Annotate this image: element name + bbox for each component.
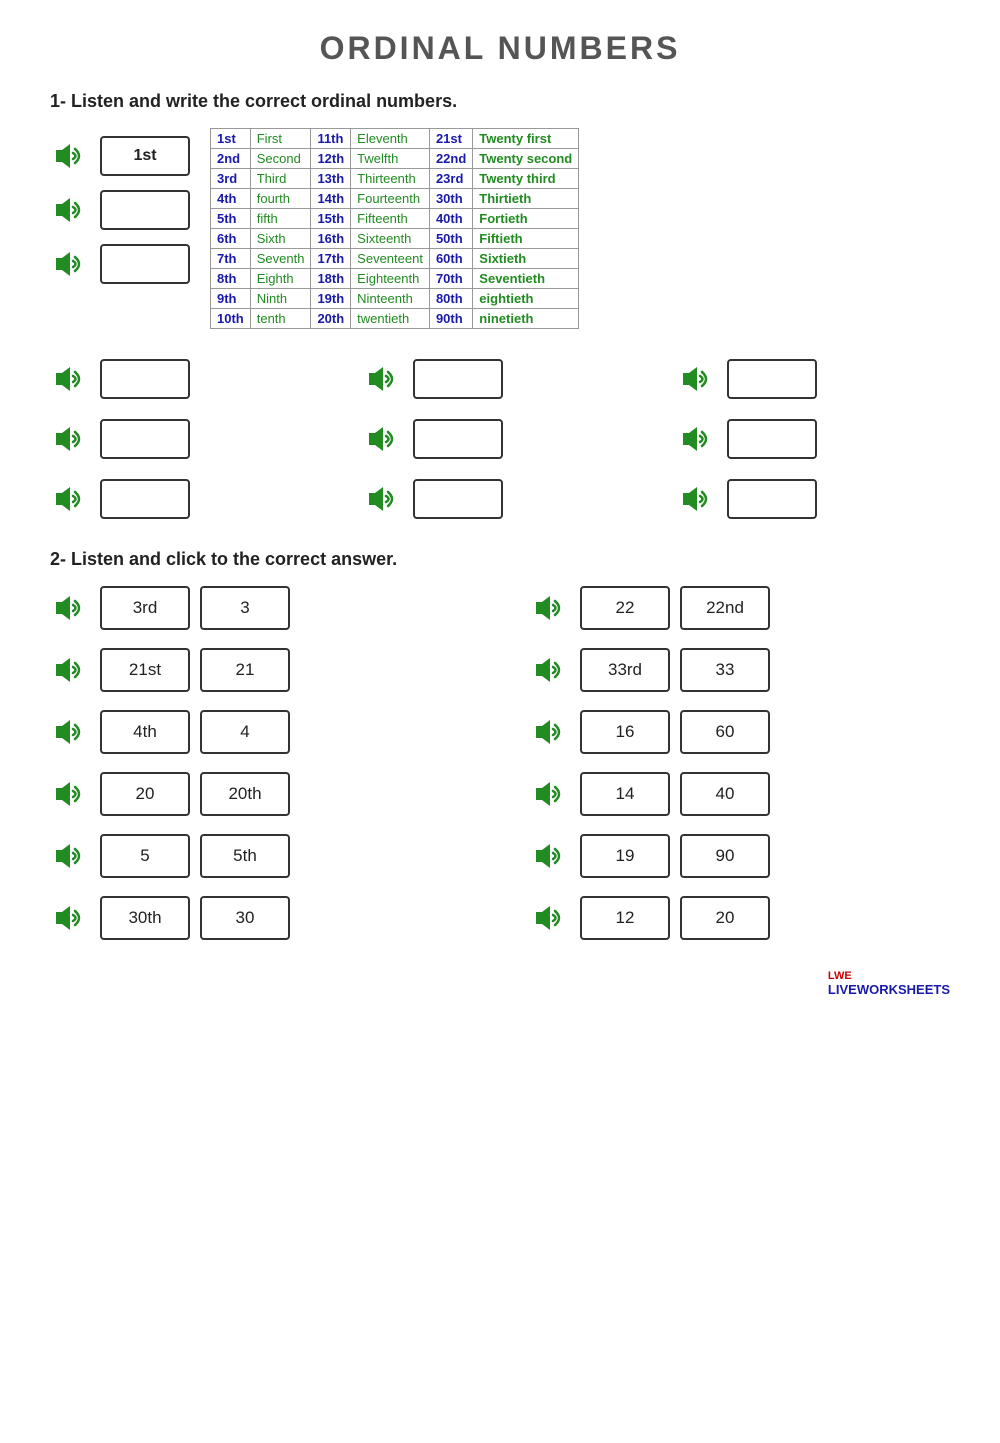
section1-label: 1- Listen and write the correct ordinal … [50,91,950,112]
sec2-left-row-5: 55th [50,834,470,878]
section1-grid [50,359,950,519]
sec2-speaker-left-1[interactable] [50,590,90,626]
grid-input-9[interactable] [727,479,817,519]
section2-label: 2- Listen and click to the correct answe… [50,549,950,570]
grid-input-8[interactable] [413,479,503,519]
sec2-right-b-4[interactable]: 40 [680,772,770,816]
grid-input-6[interactable] [727,419,817,459]
grid-input-7[interactable] [100,479,190,519]
speaker-3[interactable] [50,246,90,282]
sec2-right-a-3[interactable]: 16 [580,710,670,754]
footer: LWELIVEWORKSHEETS [50,970,950,997]
grid-listen-row-6 [677,419,950,459]
sec2-right-row-6: 1220 [530,896,950,940]
grid-input-1[interactable] [100,359,190,399]
input-box-1[interactable]: 1st [100,136,190,176]
grid-speaker-1[interactable] [50,361,90,397]
grid-input-3[interactable] [727,359,817,399]
grid-listen-row-8 [363,479,636,519]
sec2-left-a-4[interactable]: 20 [100,772,190,816]
sec2-speaker-right-6[interactable] [530,900,570,936]
speaker-1[interactable] [50,138,90,174]
listen-row-3 [50,244,190,284]
sec2-speaker-left-4[interactable] [50,776,90,812]
sec2-left-b-5[interactable]: 5th [200,834,290,878]
sec2-left-a-6[interactable]: 30th [100,896,190,940]
sec2-left-row-6: 30th30 [50,896,470,940]
sec2-speaker-right-2[interactable] [530,652,570,688]
sec2-left-a-1[interactable]: 3rd [100,586,190,630]
sec2-left-a-5[interactable]: 5 [100,834,190,878]
grid-listen-row-1 [50,359,323,399]
sec2-right-b-2[interactable]: 33 [680,648,770,692]
sec2-right-a-1[interactable]: 22 [580,586,670,630]
sec2-right-row-4: 1440 [530,772,950,816]
sec2-left-row-1: 3rd3 [50,586,470,630]
sec2-speaker-right-3[interactable] [530,714,570,750]
reference-table: 1stFirst11thEleventh21stTwenty first2ndS… [210,128,579,329]
grid-speaker-4[interactable] [50,421,90,457]
grid-speaker-8[interactable] [363,481,403,517]
section1-top: 1st 1stFirst11thEleventh21stTwenty first… [50,128,950,329]
grid-listen-row-2 [363,359,636,399]
sec2-right-row-1: 2222nd [530,586,950,630]
sec2-left-b-6[interactable]: 30 [200,896,290,940]
sec2-left-b-3[interactable]: 4 [200,710,290,754]
lw-logo-blue: LIVEWORKSHEETS [828,982,950,997]
sec2-right-a-6[interactable]: 12 [580,896,670,940]
grid-speaker-9[interactable] [677,481,717,517]
sec2-right-row-2: 33rd33 [530,648,950,692]
speaker-2[interactable] [50,192,90,228]
sec2-left-row-4: 2020th [50,772,470,816]
lw-logo-red: LWELIVEWORKSHEETS [828,970,950,997]
sec2-speaker-right-4[interactable] [530,776,570,812]
grid-listen-row-4 [50,419,323,459]
grid-input-5[interactable] [413,419,503,459]
input-box-2[interactable] [100,190,190,230]
grid-input-4[interactable] [100,419,190,459]
sec2-speaker-left-2[interactable] [50,652,90,688]
sec2-speaker-left-3[interactable] [50,714,90,750]
grid-speaker-6[interactable] [677,421,717,457]
sec2-right-row-5: 1990 [530,834,950,878]
input-box-3[interactable] [100,244,190,284]
section2-grid: 3rd32222nd21st2133rd334th416602020th1440… [50,586,950,940]
grid-listen-row-7 [50,479,323,519]
sec2-speaker-left-6[interactable] [50,900,90,936]
listen-row-2 [50,190,190,230]
grid-listen-row-9 [677,479,950,519]
sec2-right-b-6[interactable]: 20 [680,896,770,940]
grid-speaker-3[interactable] [677,361,717,397]
grid-listen-row-3 [677,359,950,399]
listen-row-1: 1st [50,136,190,176]
sec2-left-b-4[interactable]: 20th [200,772,290,816]
listen-inputs-left: 1st [50,136,190,284]
sec2-right-row-3: 1660 [530,710,950,754]
sec2-left-b-2[interactable]: 21 [200,648,290,692]
sec2-left-a-2[interactable]: 21st [100,648,190,692]
page-title: ORDINAL NUMBERS [50,30,950,67]
grid-listen-row-5 [363,419,636,459]
grid-input-2[interactable] [413,359,503,399]
grid-speaker-5[interactable] [363,421,403,457]
sec2-right-a-5[interactable]: 19 [580,834,670,878]
sec2-speaker-left-5[interactable] [50,838,90,874]
sec2-right-b-3[interactable]: 60 [680,710,770,754]
sec2-left-a-3[interactable]: 4th [100,710,190,754]
sec2-left-row-3: 4th4 [50,710,470,754]
sec2-right-a-2[interactable]: 33rd [580,648,670,692]
grid-speaker-2[interactable] [363,361,403,397]
sec2-right-b-1[interactable]: 22nd [680,586,770,630]
grid-speaker-7[interactable] [50,481,90,517]
sec2-left-row-2: 21st21 [50,648,470,692]
sec2-right-a-4[interactable]: 14 [580,772,670,816]
sec2-speaker-right-5[interactable] [530,838,570,874]
sec2-left-b-1[interactable]: 3 [200,586,290,630]
sec2-speaker-right-1[interactable] [530,590,570,626]
sec2-right-b-5[interactable]: 90 [680,834,770,878]
